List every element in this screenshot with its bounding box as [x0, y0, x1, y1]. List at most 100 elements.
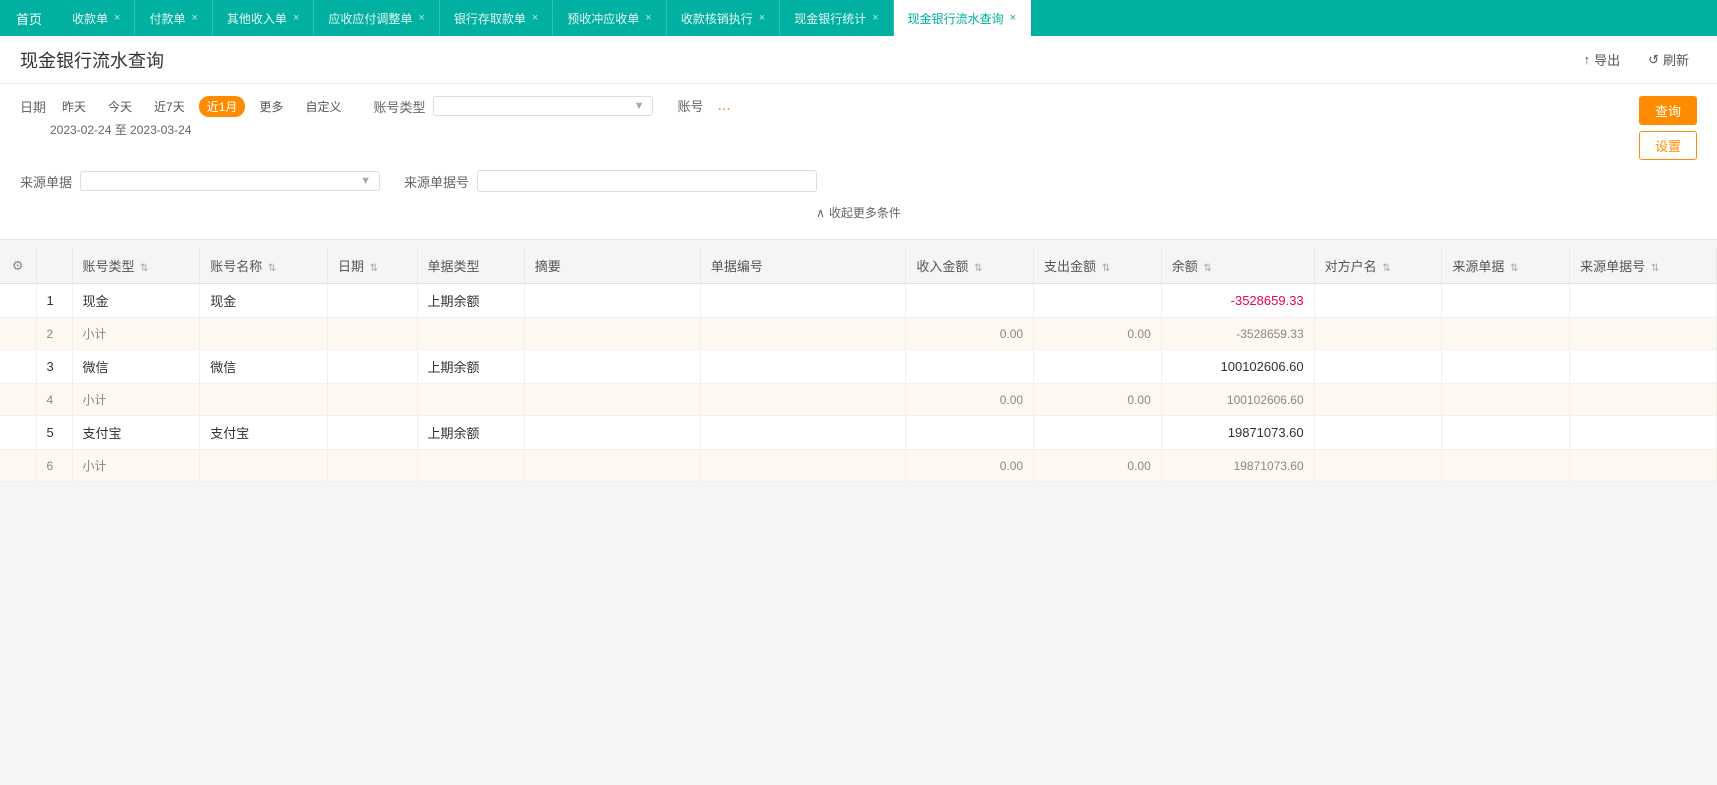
collapse-icon: ∧: [816, 206, 825, 220]
doc-no-column-header: 单据编号: [700, 248, 905, 284]
nav-tab-bank-flow[interactable]: 现金银行流水查询 ×: [894, 0, 1031, 36]
source-doc-select[interactable]: ▼: [80, 171, 380, 191]
close-prepay-tab[interactable]: ×: [645, 12, 651, 24]
source-doc-no-input[interactable]: [477, 170, 817, 192]
table-row: 1 现金 现金 上期余额 -3528659.33: [0, 284, 1717, 318]
row-source-doc-cell: [1442, 416, 1570, 450]
row-doc-type-cell: [417, 384, 524, 416]
row-summary-cell: [524, 384, 700, 416]
gear-column-header[interactable]: ⚙: [0, 248, 36, 284]
sort-source-doc-icon: ⇅: [1510, 263, 1518, 274]
nav-tab-collection[interactable]: 收款核销执行 ×: [667, 0, 780, 36]
row-index-cell: 6: [36, 450, 72, 482]
table-body: 1 现金 现金 上期余额 -3528659.33 2 小计 0.00 0.00 …: [0, 284, 1717, 482]
nav-tab-bank-stats[interactable]: 现金银行统计 ×: [780, 0, 893, 36]
date-opt-1month[interactable]: 近1月: [199, 96, 246, 117]
right-buttons: 查询 设置: [1639, 96, 1697, 160]
sort-expense-icon: ⇅: [1102, 263, 1110, 274]
row-balance-cell: 100102606.60: [1161, 384, 1314, 416]
table-row: 2 小计 0.00 0.00 -3528659.33: [0, 318, 1717, 350]
row-index-cell: 3: [36, 350, 72, 384]
row-account-name-cell: [200, 318, 328, 350]
row-counterparty-cell: [1314, 416, 1442, 450]
date-opt-more[interactable]: 更多: [251, 96, 291, 117]
row-expense-cell: [1034, 350, 1162, 384]
row-summary-cell: [524, 350, 700, 384]
date-opt-today[interactable]: 今天: [100, 96, 140, 117]
table-row: 4 小计 0.00 0.00 100102606.60: [0, 384, 1717, 416]
nav-tab-other-income[interactable]: 其他收入单 ×: [213, 0, 314, 36]
index-column-header: [36, 248, 72, 284]
close-collection-tab[interactable]: ×: [759, 12, 765, 24]
expense-column-header[interactable]: 支出金额 ⇅: [1034, 248, 1162, 284]
source-doc-column-header[interactable]: 来源单据 ⇅: [1442, 248, 1570, 284]
close-other-income-tab[interactable]: ×: [293, 12, 299, 24]
query-button[interactable]: 查询: [1639, 96, 1697, 125]
row-doc-type-cell: [417, 318, 524, 350]
nav-home[interactable]: 首页: [0, 0, 58, 36]
row-balance-cell: -3528659.33: [1161, 284, 1314, 318]
close-payment-tab[interactable]: ×: [191, 12, 197, 24]
nav-tab-adjustment[interactable]: 应收应付调整单 ×: [314, 0, 439, 36]
row-account-name-cell: 现金: [200, 284, 328, 318]
nav-tab-bank-deposit[interactable]: 银行存取款单 ×: [440, 0, 553, 36]
row-counterparty-cell: [1314, 450, 1442, 482]
date-opt-custom[interactable]: 自定义: [297, 96, 349, 117]
row-income-cell: [906, 284, 1034, 318]
refresh-button[interactable]: ↺ 刷新: [1640, 46, 1697, 73]
close-bank-deposit-tab[interactable]: ×: [532, 12, 538, 24]
row-doc-no-cell: [700, 350, 905, 384]
row-source-doc-cell: [1442, 318, 1570, 350]
nav-tab-receipt[interactable]: 收款单 ×: [58, 0, 135, 36]
balance-column-header[interactable]: 余额 ⇅: [1161, 248, 1314, 284]
row-gear-cell: [0, 284, 36, 318]
collapse-button[interactable]: ∧ 收起更多条件: [804, 202, 913, 223]
row-counterparty-cell: [1314, 384, 1442, 416]
row-index-cell: 4: [36, 384, 72, 416]
source-doc-label: 来源单据: [20, 172, 72, 191]
account-type-column-header[interactable]: 账号类型 ⇅: [72, 248, 200, 284]
row-balance-cell: 100102606.60: [1161, 350, 1314, 384]
close-receipt-tab[interactable]: ×: [114, 12, 120, 24]
nav-tab-prepay[interactable]: 预收冲应收单 ×: [553, 0, 666, 36]
row-doc-no-cell: [700, 416, 905, 450]
close-adjustment-tab[interactable]: ×: [418, 12, 424, 24]
row-summary-cell: [524, 416, 700, 450]
row-source-doc-cell: [1442, 450, 1570, 482]
row-income-cell: [906, 350, 1034, 384]
settings-button[interactable]: 设置: [1639, 131, 1697, 160]
counterparty-column-header[interactable]: 对方户名 ⇅: [1314, 248, 1442, 284]
date-column-header[interactable]: 日期 ⇅: [327, 248, 417, 284]
row-account-type-cell: 小计: [72, 450, 200, 482]
row-doc-type-cell: 上期余额: [417, 416, 524, 450]
row-source-doc-no-cell: [1570, 416, 1717, 450]
nav-tab-payment[interactable]: 付款单 ×: [135, 0, 212, 36]
row-source-doc-cell: [1442, 284, 1570, 318]
row-source-doc-no-cell: [1570, 384, 1717, 416]
sort-date-icon: ⇅: [370, 263, 378, 274]
export-button[interactable]: ↑ 导出: [1576, 46, 1629, 73]
row-gear-cell: [0, 416, 36, 450]
row-summary-cell: [524, 450, 700, 482]
row-account-name-cell: [200, 450, 328, 482]
row-balance-cell: 19871073.60: [1161, 416, 1314, 450]
table-container: ⚙ 账号类型 ⇅ 账号名称 ⇅ 日期 ⇅ 单据类型: [0, 248, 1717, 482]
row-counterparty-cell: [1314, 350, 1442, 384]
account-ellipsis-button[interactable]: ...: [711, 97, 736, 115]
sort-account-type-icon: ⇅: [140, 263, 148, 274]
source-doc-no-column-header[interactable]: 来源单据号 ⇅: [1570, 248, 1717, 284]
account-type-select[interactable]: ▼: [433, 96, 653, 116]
date-options: 昨天 今天 近7天 近1月 更多 自定义: [54, 96, 349, 117]
row-source-doc-no-cell: [1570, 284, 1717, 318]
date-opt-7days[interactable]: 近7天: [146, 96, 193, 117]
row-summary-cell: [524, 284, 700, 318]
close-bank-stats-tab[interactable]: ×: [872, 12, 878, 24]
income-column-header[interactable]: 收入金额 ⇅: [906, 248, 1034, 284]
account-label: 账号: [677, 96, 703, 115]
account-name-column-header[interactable]: 账号名称 ⇅: [200, 248, 328, 284]
row-doc-type-cell: 上期余额: [417, 284, 524, 318]
date-opt-yesterday[interactable]: 昨天: [54, 96, 94, 117]
date-range: 2023-02-24 至 2023-03-24: [20, 121, 191, 138]
row-counterparty-cell: [1314, 284, 1442, 318]
close-bank-flow-tab[interactable]: ×: [1010, 12, 1016, 24]
